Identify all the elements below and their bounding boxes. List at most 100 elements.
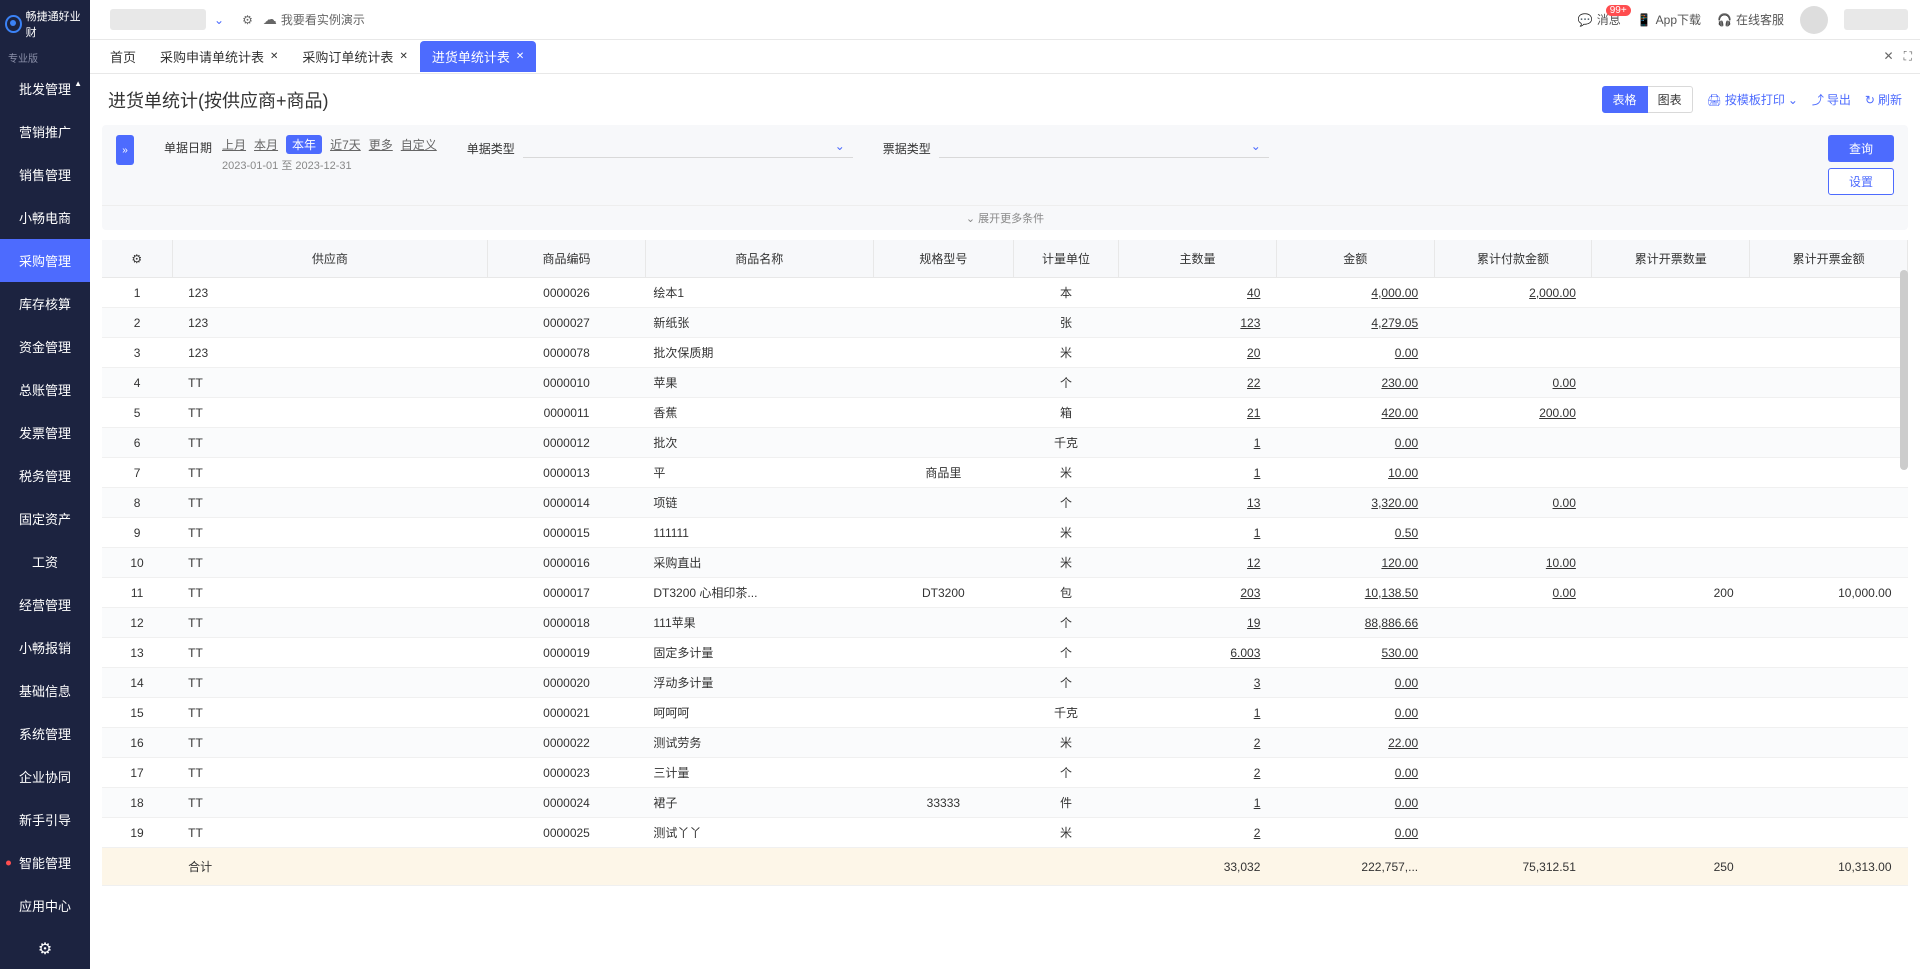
amount-link[interactable]: 230.00 <box>1381 376 1418 390</box>
date-option[interactable]: 本月 <box>254 136 278 153</box>
view-table-button[interactable]: 表格 <box>1602 86 1648 113</box>
qty-link[interactable]: 1 <box>1254 436 1261 450</box>
demo-link[interactable]: ☁ 我要看实例演示 <box>263 11 365 28</box>
amount-link[interactable]: 530.00 <box>1381 646 1418 660</box>
paid-link[interactable]: 0.00 <box>1553 376 1576 390</box>
qty-link[interactable]: 1 <box>1254 526 1261 540</box>
tab[interactable]: 采购申请单统计表✕ <box>148 41 290 72</box>
amount-link[interactable]: 0.00 <box>1395 796 1418 810</box>
column-header[interactable]: 主数量 <box>1119 240 1277 278</box>
close-all-icon[interactable]: ✕ <box>1884 49 1894 64</box>
table-row[interactable]: 3 123 0000078 批次保质期 米 20 0.00 <box>102 338 1908 368</box>
sidebar-item[interactable]: 发票管理 <box>0 411 90 454</box>
sidebar-item[interactable]: 系统管理 <box>0 712 90 755</box>
table-row[interactable]: 8 TT 0000014 项链 个 13 3,320.00 0.00 <box>102 488 1908 518</box>
export-button[interactable]: ⤴ 导出 <box>1812 91 1851 108</box>
fullscreen-icon[interactable]: ⛶ <box>1904 49 1912 64</box>
qty-link[interactable]: 12 <box>1247 556 1260 570</box>
table-row[interactable]: 12 TT 0000018 111苹果 个 19 88,886.66 <box>102 608 1908 638</box>
sidebar-item[interactable]: 小畅电商 <box>0 196 90 239</box>
sidebar-item[interactable]: 新手引导 <box>0 798 90 841</box>
gear-icon[interactable]: ⚙ <box>242 13 253 27</box>
paid-link[interactable]: 10.00 <box>1546 556 1576 570</box>
table-row[interactable]: 9 TT 0000015 111111 米 1 0.50 <box>102 518 1908 548</box>
amount-link[interactable]: 0.00 <box>1395 436 1418 450</box>
search-button[interactable]: 查询 <box>1828 135 1894 162</box>
amount-link[interactable]: 88,886.66 <box>1365 616 1418 630</box>
sidebar-item[interactable]: 税务管理 <box>0 454 90 497</box>
qty-link[interactable]: 6.003 <box>1230 646 1260 660</box>
download-button[interactable]: 📱 App下载 <box>1637 11 1701 28</box>
amount-link[interactable]: 4,279.05 <box>1371 316 1418 330</box>
amount-link[interactable]: 0.00 <box>1395 346 1418 360</box>
sidebar-item[interactable]: 销售管理 <box>0 153 90 196</box>
qty-link[interactable]: 2 <box>1254 826 1261 840</box>
amount-link[interactable]: 420.00 <box>1381 406 1418 420</box>
sidebar-item[interactable]: 总账管理 <box>0 368 90 411</box>
column-header[interactable]: 供应商 <box>172 240 488 278</box>
amount-link[interactable]: 10,138.50 <box>1365 586 1418 600</box>
amount-link[interactable]: 0.00 <box>1395 826 1418 840</box>
expand-more-button[interactable]: ⌄ 展开更多条件 <box>102 205 1908 230</box>
invoice-type-dropdown[interactable]: ⌄ <box>939 135 1269 158</box>
settings-button[interactable]: 设置 <box>1828 168 1894 195</box>
paid-link[interactable]: 200.00 <box>1539 406 1576 420</box>
qty-link[interactable]: 40 <box>1247 286 1260 300</box>
sidebar-item[interactable]: 企业协同 <box>0 755 90 798</box>
tab[interactable]: 采购订单统计表✕ <box>290 41 419 72</box>
doc-type-dropdown[interactable]: ⌄ <box>523 135 853 158</box>
qty-link[interactable]: 1 <box>1254 796 1261 810</box>
amount-link[interactable]: 120.00 <box>1381 556 1418 570</box>
table-row[interactable]: 4 TT 0000010 苹果 个 22 230.00 0.00 <box>102 368 1908 398</box>
sidebar-item[interactable]: 营销推广 <box>0 110 90 153</box>
qty-link[interactable]: 21 <box>1247 406 1260 420</box>
sidebar-item[interactable]: 批发管理 <box>0 67 90 110</box>
view-chart-button[interactable]: 图表 <box>1648 86 1693 113</box>
amount-link[interactable]: 0.00 <box>1395 706 1418 720</box>
amount-link[interactable]: 0.50 <box>1395 526 1418 540</box>
table-row[interactable]: 10 TT 0000016 采购直出 米 12 120.00 10.00 <box>102 548 1908 578</box>
qty-link[interactable]: 2 <box>1254 736 1261 750</box>
sidebar-item[interactable]: 采购管理 <box>0 239 90 282</box>
company-selector[interactable]: ⌄ <box>102 5 232 34</box>
qty-link[interactable]: 13 <box>1247 496 1260 510</box>
service-button[interactable]: 🎧 在线客服 <box>1717 11 1784 28</box>
table-row[interactable]: 14 TT 0000020 浮动多计量 个 3 0.00 <box>102 668 1908 698</box>
paid-link[interactable]: 0.00 <box>1553 496 1576 510</box>
sidebar-item[interactable]: 库存核算 <box>0 282 90 325</box>
qty-link[interactable]: 20 <box>1247 346 1260 360</box>
sidebar-item[interactable]: 应用中心 <box>0 884 90 927</box>
table-row[interactable]: 16 TT 0000022 测试劳务 米 2 22.00 <box>102 728 1908 758</box>
amount-link[interactable]: 3,320.00 <box>1371 496 1418 510</box>
table-row[interactable]: 7 TT 0000013 平 商品里 米 1 10.00 <box>102 458 1908 488</box>
column-header[interactable]: 商品名称 <box>645 240 873 278</box>
table-row[interactable]: 17 TT 0000023 三计量 个 2 0.00 <box>102 758 1908 788</box>
table-row[interactable]: 11 TT 0000017 DT3200 心相印茶... DT3200 包 20… <box>102 578 1908 608</box>
sidebar-item[interactable]: 小畅报销 <box>0 626 90 669</box>
date-option[interactable]: 本年 <box>286 135 322 154</box>
column-header[interactable]: 累计开票数量 <box>1592 240 1750 278</box>
avatar[interactable] <box>1800 6 1828 34</box>
tab[interactable]: 首页 <box>98 41 148 72</box>
sidebar-item[interactable]: 资金管理 <box>0 325 90 368</box>
table-row[interactable]: 5 TT 0000011 香蕉 箱 21 420.00 200.00 <box>102 398 1908 428</box>
date-option[interactable]: 自定义 <box>401 136 437 153</box>
table-row[interactable]: 1 123 0000026 绘本1 本 40 4,000.00 2,000.00 <box>102 278 1908 308</box>
qty-link[interactable]: 3 <box>1254 676 1261 690</box>
column-header[interactable]: 商品编码 <box>488 240 646 278</box>
column-header[interactable]: 累计开票金额 <box>1750 240 1908 278</box>
amount-link[interactable]: 10.00 <box>1388 466 1418 480</box>
amount-link[interactable]: 22.00 <box>1388 736 1418 750</box>
column-header[interactable]: 金额 <box>1276 240 1434 278</box>
close-icon[interactable]: ✕ <box>399 51 407 62</box>
paid-link[interactable]: 0.00 <box>1553 586 1576 600</box>
tab[interactable]: 进货单统计表✕ <box>420 41 536 72</box>
qty-link[interactable]: 2 <box>1254 766 1261 780</box>
qty-link[interactable]: 19 <box>1247 616 1260 630</box>
amount-link[interactable]: 0.00 <box>1395 766 1418 780</box>
qty-link[interactable]: 203 <box>1240 586 1260 600</box>
qty-link[interactable]: 1 <box>1254 706 1261 720</box>
table-row[interactable]: 13 TT 0000019 固定多计量 个 6.003 530.00 <box>102 638 1908 668</box>
messages-button[interactable]: 💬 消息 99+ <box>1578 11 1621 28</box>
paid-link[interactable]: 2,000.00 <box>1529 286 1576 300</box>
